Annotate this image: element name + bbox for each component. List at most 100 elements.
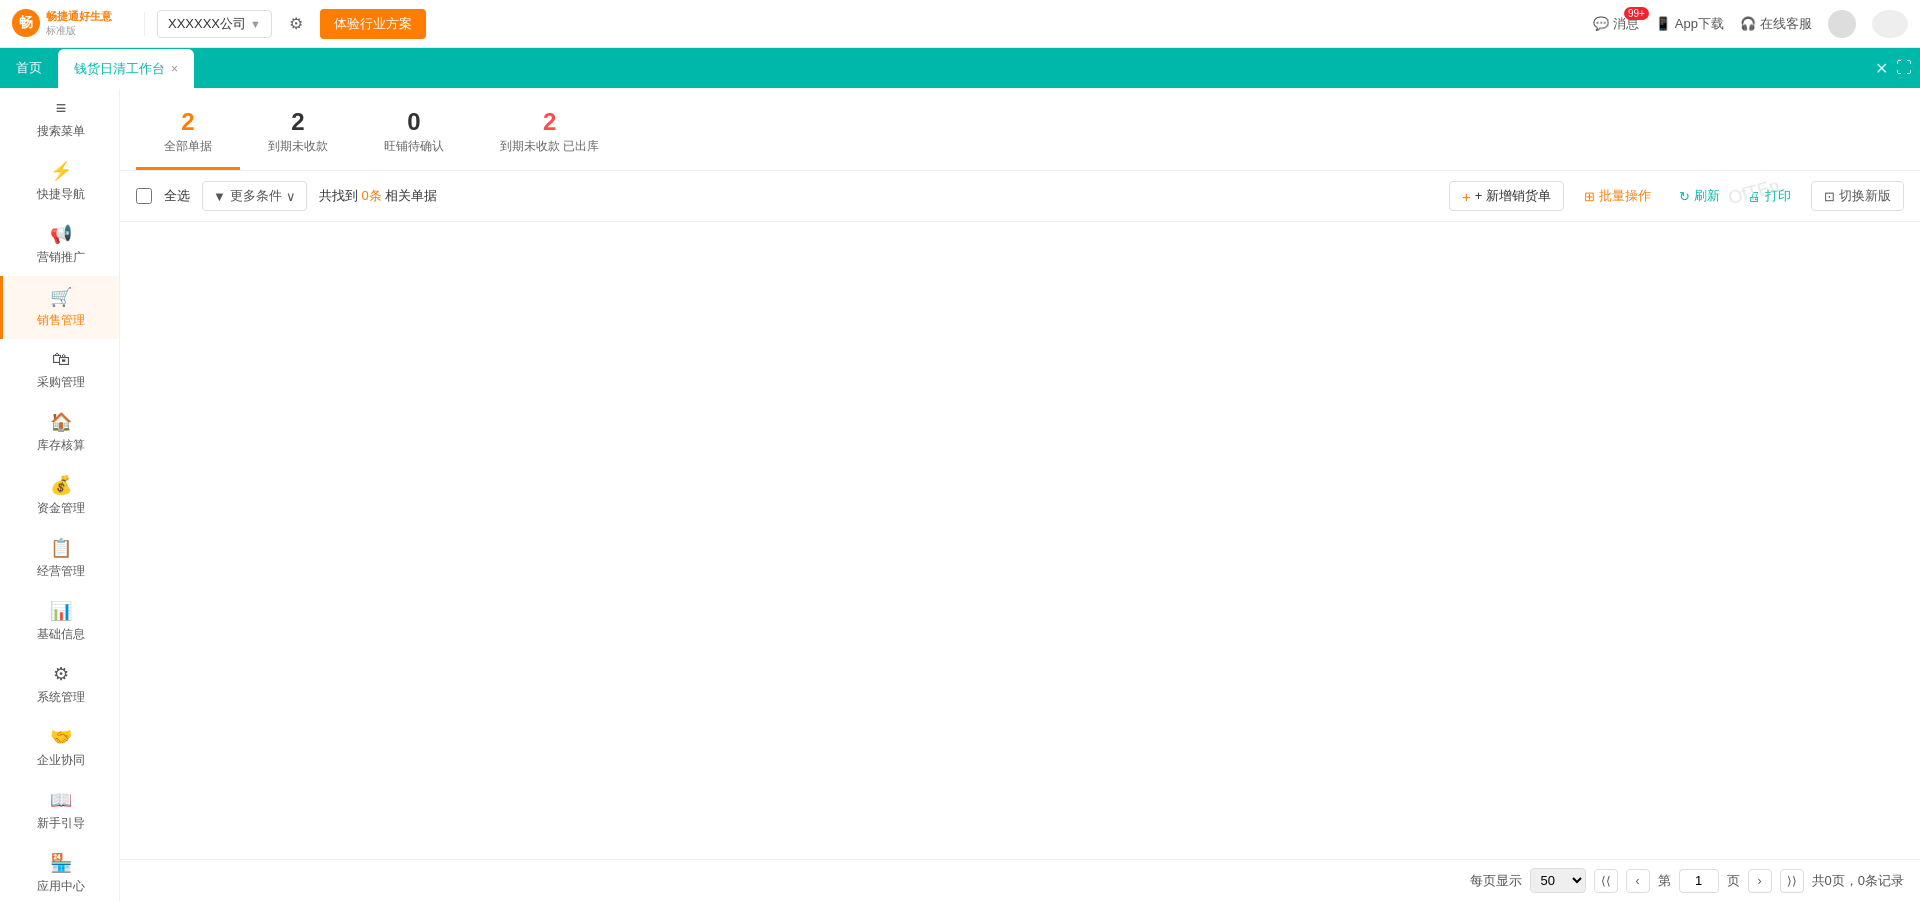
header-right: 💬 消息 99+ 📱 App下载 🎧 在线客服 [1593, 10, 1908, 38]
sidebar-item-basic-info[interactable]: 📊 基础信息 [0, 590, 119, 653]
app-name: 畅捷通好生意 [46, 9, 112, 23]
sidebar-item-marketing[interactable]: 📢 营销推广 [0, 213, 119, 276]
divider [144, 12, 145, 36]
tab-bar: 首页 钱货日清工作台 × ✕ ⛶ [0, 48, 1920, 88]
sidebar-item-inventory[interactable]: 🏠 库存核算 [0, 401, 119, 464]
toolbar: 全选 ▼ 更多条件 ∨ 共找到 0条 相关单据 + + 新增销货单 ⊞ 批量操作 [120, 171, 1920, 222]
switch-icon: ⊡ [1824, 189, 1835, 204]
avatar2[interactable] [1872, 10, 1908, 38]
stats-tabs: 2 全部单据 2 到期未收款 0 旺铺待确认 2 到期未收款 已出库 [120, 88, 1920, 171]
total-label: 共0页，0条记录 [1812, 872, 1904, 890]
stat-count-shipped: 2 [543, 108, 556, 136]
shortcut-icon: ⚡ [50, 160, 72, 182]
sales-icon: 🛒 [50, 286, 72, 308]
company-selector[interactable]: XXXXXX公司 ▼ [157, 10, 272, 38]
chevron-down-icon: ▼ [250, 18, 261, 30]
stat-tab-wangpu[interactable]: 0 旺铺待确认 [356, 100, 472, 170]
guide-icon: 📖 [50, 789, 72, 811]
maximize-icon[interactable]: ⛶ [1896, 59, 1912, 77]
purchase-icon: 🛍 [52, 349, 70, 370]
plus-icon: + [1462, 188, 1471, 205]
stat-count-all: 2 [181, 108, 194, 136]
first-page-button[interactable]: ⟨⟨ [1594, 869, 1618, 893]
sidebar: ≡ 搜索菜单 ⚡ 快捷导航 📢 营销推广 🛒 销售管理 🛍 采购管理 🏠 库存核… [0, 88, 120, 901]
gear-icon: ⚙ [289, 14, 303, 33]
last-page-button[interactable]: ⟩⟩ [1780, 869, 1804, 893]
stat-label-shipped: 到期未收款 已出库 [500, 138, 599, 155]
app-download-button[interactable]: 📱 App下载 [1655, 15, 1724, 33]
tab-close-icon[interactable]: × [171, 62, 178, 76]
per-page-label: 每页显示 [1470, 872, 1522, 890]
sidebar-item-system[interactable]: ⚙ 系统管理 [0, 653, 119, 716]
messages-button[interactable]: 💬 消息 99+ [1593, 15, 1639, 33]
finance-icon: 💰 [50, 474, 72, 496]
content-area: 2 全部单据 2 到期未收款 0 旺铺待确认 2 到期未收款 已出库 全选 ▼ … [120, 88, 1920, 901]
company-name: XXXXXX公司 [168, 15, 246, 33]
marketing-icon: 📢 [50, 223, 72, 245]
select-all-checkbox[interactable] [136, 188, 152, 204]
sidebar-item-purchase[interactable]: 🛍 采购管理 [0, 339, 119, 401]
download-icon: 📱 [1655, 16, 1671, 31]
app-center-icon: 🏪 [50, 852, 72, 874]
logo-icon: 畅 [12, 9, 40, 37]
next-page-button[interactable]: › [1748, 869, 1772, 893]
new-sales-button[interactable]: + + 新增销货单 [1449, 181, 1564, 211]
sidebar-item-guide[interactable]: 📖 新手引导 [0, 779, 119, 842]
pagination: 每页显示 50 100 200 ⟨⟨ ‹ 第 页 › ⟩⟩ 共0页，0条记录 [120, 859, 1920, 901]
avatar[interactable] [1828, 10, 1856, 38]
logo-area: 畅 畅捷通好生意 标准版 [12, 9, 132, 37]
service-icon: 🎧 [1740, 16, 1756, 31]
sidebar-item-finance[interactable]: 💰 资金管理 [0, 464, 119, 527]
app-sub: 标准版 [46, 24, 112, 38]
online-service-button[interactable]: 🎧 在线客服 [1740, 15, 1812, 33]
trial-button[interactable]: 体验行业方案 [320, 9, 426, 39]
tab-bar-actions: ✕ ⛶ [1875, 59, 1920, 78]
stat-label-wangpu: 旺铺待确认 [384, 138, 444, 155]
batch-button[interactable]: ⊞ 批量操作 [1576, 182, 1659, 210]
sidebar-item-sales[interactable]: 🛒 销售管理 [0, 276, 119, 339]
settings-button[interactable]: ⚙ [280, 8, 312, 40]
online-service-label: 在线客服 [1760, 15, 1812, 33]
tab-work-station[interactable]: 钱货日清工作台 × [58, 49, 194, 89]
refresh-icon: ↻ [1679, 189, 1690, 204]
tab-home[interactable]: 首页 [0, 48, 58, 88]
top-header: 畅 畅捷通好生意 标准版 XXXXXX公司 ▼ ⚙ 体验行业方案 💬 消息 99… [0, 0, 1920, 48]
print-icon: 🖨 [1748, 189, 1761, 204]
print-button[interactable]: 🖨 打印 [1740, 182, 1799, 210]
batch-icon: ⊞ [1584, 189, 1595, 204]
stat-count-overdue: 2 [291, 108, 304, 136]
found-count: 0条 [362, 188, 382, 203]
filter-button[interactable]: ▼ 更多条件 ∨ [202, 181, 307, 211]
inventory-icon: 🏠 [50, 411, 72, 433]
sidebar-item-operations[interactable]: 📋 经营管理 [0, 527, 119, 590]
found-text: 共找到 0条 相关单据 [319, 187, 437, 205]
basic-info-icon: 📊 [50, 600, 72, 622]
stat-label-overdue: 到期未收款 [268, 138, 328, 155]
chevron-down-icon: ∨ [286, 189, 296, 204]
stat-label-all: 全部单据 [164, 138, 212, 155]
search-menu-icon: ≡ [56, 98, 67, 119]
select-all-label: 全选 [164, 187, 190, 205]
refresh-button[interactable]: ↻ 刷新 [1671, 182, 1728, 210]
table-area [120, 222, 1920, 859]
stat-tab-all[interactable]: 2 全部单据 [136, 100, 240, 170]
sidebar-item-shortcut[interactable]: ⚡ 快捷导航 [0, 150, 119, 213]
sidebar-item-search[interactable]: ≡ 搜索菜单 [0, 88, 119, 150]
stat-tab-overdue[interactable]: 2 到期未收款 [240, 100, 356, 170]
prev-page-button[interactable]: ‹ [1626, 869, 1650, 893]
message-icon: 💬 [1593, 16, 1609, 31]
switch-button[interactable]: ⊡ 切换新版 [1811, 181, 1904, 211]
toolbar-right: + + 新增销货单 ⊞ 批量操作 ↻ 刷新 🖨 打印 ⊡ 切换新版 [1449, 181, 1904, 211]
stat-count-wangpu: 0 [407, 108, 420, 136]
main-layout: ≡ 搜索菜单 ⚡ 快捷导航 📢 营销推广 🛒 销售管理 🛍 采购管理 🏠 库存核… [0, 88, 1920, 901]
sidebar-item-enterprise[interactable]: 🤝 企业协同 [0, 716, 119, 779]
sidebar-item-app-center[interactable]: 🏪 应用中心 [0, 842, 119, 901]
page-number-input[interactable] [1679, 869, 1719, 893]
system-icon: ⚙ [53, 663, 69, 685]
page-suffix: 页 [1727, 872, 1740, 890]
stat-tab-shipped[interactable]: 2 到期未收款 已出库 [472, 100, 627, 170]
operations-icon: 📋 [50, 537, 72, 559]
per-page-select[interactable]: 50 100 200 [1530, 868, 1586, 893]
filter-icon: ▼ [213, 189, 226, 204]
close-tab-icon[interactable]: ✕ [1875, 59, 1888, 78]
